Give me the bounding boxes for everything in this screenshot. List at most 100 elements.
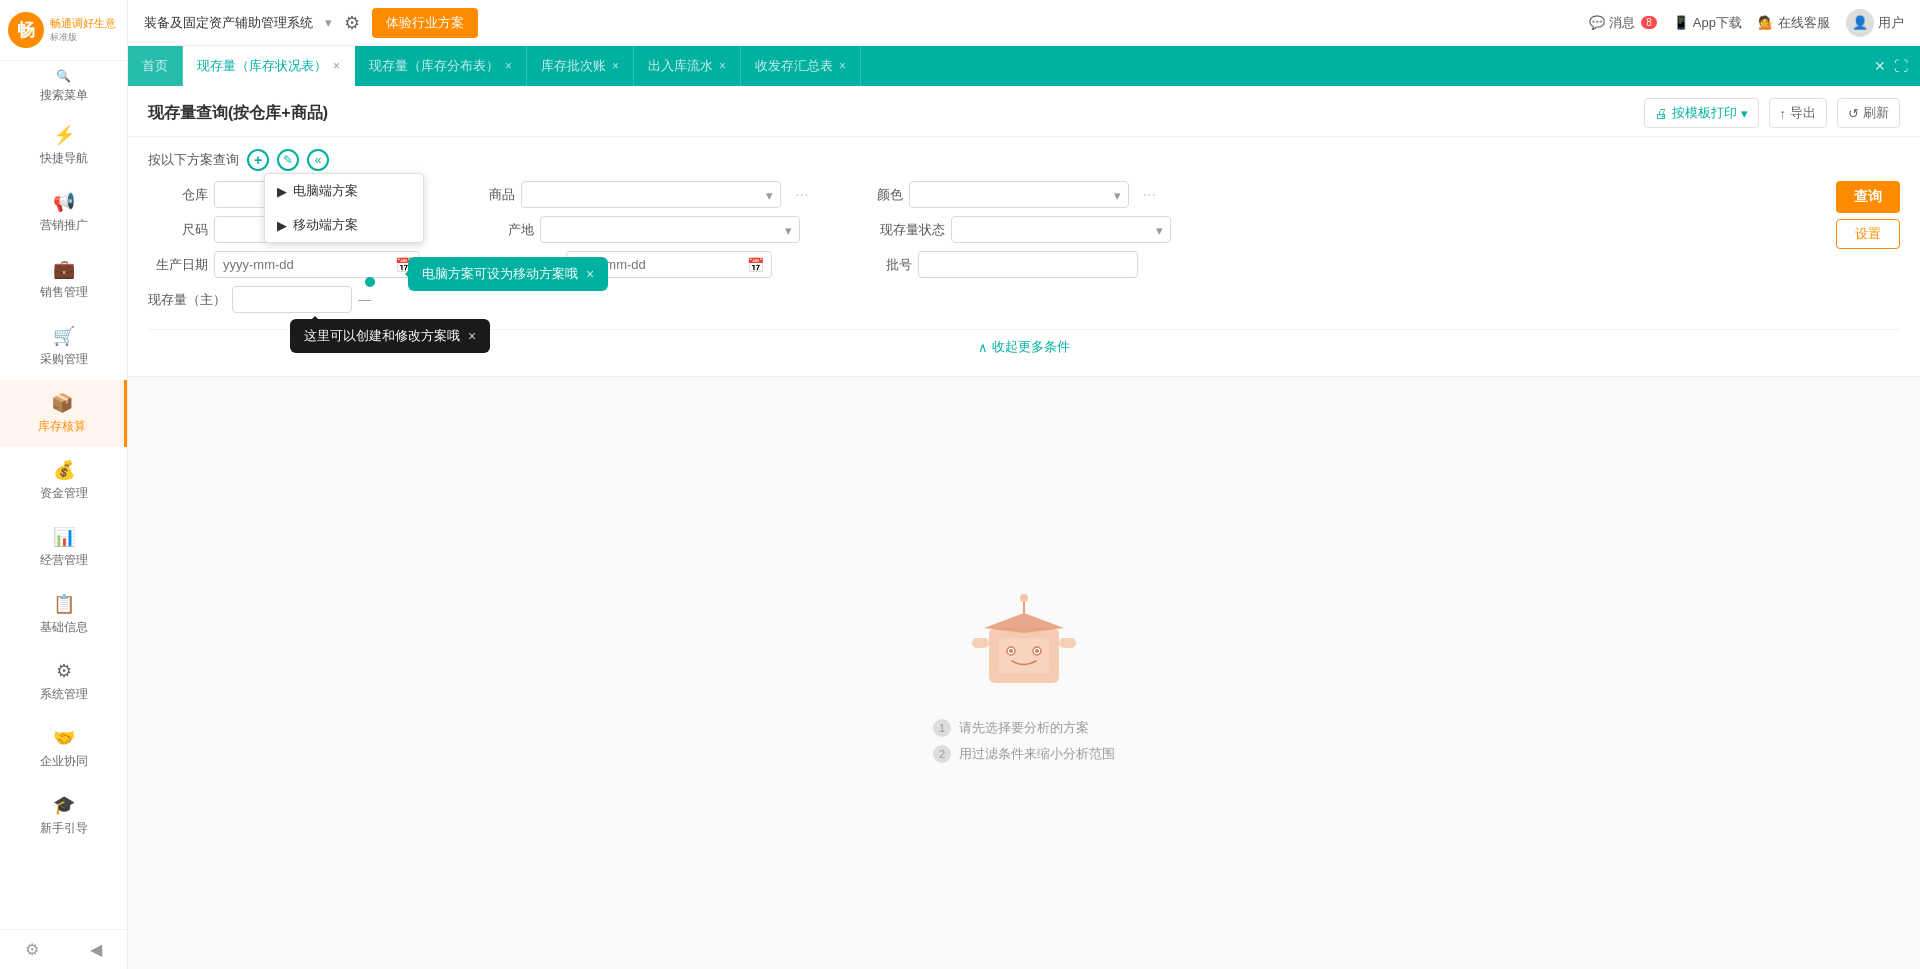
svg-rect-9 <box>972 638 989 648</box>
produce-date-input[interactable] <box>214 251 420 278</box>
sidebar-item-system[interactable]: ⚙ 系统管理 <box>0 648 127 715</box>
tabbar: 首页 现存量（库存状况表） × 现存量（库存分布表） × 库存批次账 × 出入库… <box>128 46 1920 86</box>
printer-icon: 🖨 <box>1655 106 1668 121</box>
app-download-btn[interactable]: 📱 App下载 <box>1673 14 1742 32</box>
tab-batch-account-close[interactable]: × <box>612 59 619 73</box>
search-menu-btn[interactable]: 🔍 搜索菜单 <box>0 61 127 112</box>
template-dropdown-icon: ▾ <box>1741 106 1748 121</box>
sidebar-item-label: 资金管理 <box>40 485 88 502</box>
filter-arrow-btn[interactable]: « <box>307 149 329 171</box>
tab-inventory-dist-label: 现存量（库存分布表） <box>369 57 499 75</box>
page-content: 现存量查询(按仓库+商品) 🖨 按模板打印 ▾ ↑ 导出 ↺ 刷新 <box>128 86 1920 969</box>
topbar-right: 💬 消息 8 📱 App下载 💁 在线客服 👤 用户 <box>1589 9 1904 37</box>
sidebar-item-finance[interactable]: 💰 资金管理 <box>0 447 127 514</box>
tab-inventory-dist-close[interactable]: × <box>505 59 512 73</box>
system-icon: ⚙ <box>56 660 72 682</box>
size-label: 尺码 <box>148 221 208 239</box>
logo-text: 畅通调好生意 <box>50 16 116 30</box>
maximize-btn[interactable]: ⛶ <box>1894 58 1908 74</box>
origin-label: 产地 <box>474 221 534 239</box>
product-input[interactable] <box>521 181 781 208</box>
system-dropdown-icon[interactable]: ▾ <box>325 15 332 30</box>
filter-label: 按以下方案查询 <box>148 151 239 169</box>
tooltip-pc-close-btn[interactable]: × <box>586 266 594 282</box>
stock-qty-sep: — <box>358 292 371 307</box>
search-btn[interactable]: 查询 <box>1836 181 1900 213</box>
purchase-icon: 🛒 <box>53 325 75 347</box>
logo-icon: 畅 <box>8 12 44 48</box>
sidebar-item-quick-nav[interactable]: ⚡ 快捷导航 <box>0 112 127 179</box>
sidebar-item-operation[interactable]: 📊 经营管理 <box>0 514 127 581</box>
tab-inventory-dist[interactable]: 现存量（库存分布表） × <box>355 46 527 86</box>
sidebar: 畅 畅通调好生意 标准版 🔍 搜索菜单 ⚡ 快捷导航 📢 营销推广 💼 销售管理 <box>0 0 128 969</box>
sidebar-item-label: 快捷导航 <box>40 150 88 167</box>
empty-tip-1: 1 请先选择要分析的方案 <box>933 719 1115 737</box>
origin-select[interactable] <box>540 216 800 243</box>
tip-num-2: 2 <box>933 745 951 763</box>
color-more-icon[interactable]: ··· <box>1139 186 1160 204</box>
color-select[interactable] <box>909 181 1129 208</box>
sidebar-item-purchase[interactable]: 🛒 采购管理 <box>0 313 127 380</box>
stock-status-select[interactable] <box>951 216 1171 243</box>
sidebar-item-guide[interactable]: 🎓 新手引导 <box>0 782 127 849</box>
collapse-sidebar-btn[interactable]: ◀ <box>90 940 102 959</box>
scheme-item-pc[interactable]: ▶ 电脑端方案 <box>265 174 423 208</box>
sidebar-logo: 畅 畅通调好生意 标准版 <box>0 0 127 61</box>
sidebar-item-label: 基础信息 <box>40 619 88 636</box>
message-btn[interactable]: 💬 消息 8 <box>1589 14 1657 32</box>
logo-badge: 标准版 <box>50 31 116 44</box>
message-icon: 💬 <box>1589 15 1605 30</box>
tab-batch-account[interactable]: 库存批次账 × <box>527 46 634 86</box>
refresh-btn[interactable]: ↺ 刷新 <box>1837 98 1900 128</box>
template-print-btn[interactable]: 🖨 按模板打印 ▾ <box>1644 98 1759 128</box>
finance-icon: 💰 <box>53 459 75 481</box>
tab-inventory-status[interactable]: 现存量（库存状况表） × <box>183 46 355 86</box>
sidebar-item-label: 采购管理 <box>40 351 88 368</box>
filter-add-btn[interactable]: + <box>247 149 269 171</box>
filter-edit-btn[interactable]: ✎ <box>277 149 299 171</box>
produce-date-wrapper: 📅 <box>214 251 420 278</box>
operation-icon: 📊 <box>53 526 75 548</box>
export-icon: ↑ <box>1780 106 1787 121</box>
settings-bottom-btn[interactable]: ⚙ <box>25 940 39 959</box>
set-btn[interactable]: 设置 <box>1836 219 1900 249</box>
close-all-tab-btn[interactable]: ✕ <box>1874 58 1886 74</box>
scheme-item-mobile[interactable]: ▶ 移动端方案 <box>265 208 423 242</box>
window-controls: ✕ ⛶ <box>1862 46 1920 86</box>
user-btn[interactable]: 👤 用户 <box>1846 9 1904 37</box>
tab-inventory-status-close[interactable]: × <box>333 59 340 73</box>
tab-home[interactable]: 首页 <box>128 46 183 86</box>
sidebar-item-marketing[interactable]: 📢 营销推广 <box>0 179 127 246</box>
industry-btn[interactable]: 体验行业方案 <box>372 8 478 38</box>
filter-item-product: 商品 <box>455 181 781 208</box>
tab-flow[interactable]: 出入库流水 × <box>634 46 741 86</box>
sidebar-item-label: 销售管理 <box>40 284 88 301</box>
sidebar-item-inventory[interactable]: 📦 库存核算 <box>0 380 127 447</box>
tab-flow-close[interactable]: × <box>719 59 726 73</box>
filter-item-color: 颜色 <box>843 181 1129 208</box>
origin-select-wrapper <box>540 216 800 243</box>
empty-state: 1 请先选择要分析的方案 2 用过滤条件来缩小分析范围 <box>128 377 1920 969</box>
sidebar-item-enterprise[interactable]: 🤝 企业协同 <box>0 715 127 782</box>
stock-qty-label: 现存量（主） <box>148 291 226 309</box>
avatar-icon: 👤 <box>1852 15 1868 30</box>
empty-tips: 1 请先选择要分析的方案 2 用过滤条件来缩小分析范围 <box>933 719 1115 763</box>
stock-qty-from-input[interactable] <box>232 286 352 313</box>
color-select-wrapper <box>909 181 1129 208</box>
refresh-icon: ↺ <box>1848 106 1859 121</box>
gear-settings-btn[interactable]: ⚙ <box>344 12 360 34</box>
scheme-mobile-icon: ▶ <box>277 218 287 233</box>
export-btn[interactable]: ↑ 导出 <box>1769 98 1828 128</box>
filter-row-4: 现存量（主） — <box>148 286 1816 313</box>
sidebar-item-basic[interactable]: 📋 基础信息 <box>0 581 127 648</box>
tab-summary-close[interactable]: × <box>839 59 846 73</box>
batch-no-input[interactable] <box>918 251 1138 278</box>
tab-home-label: 首页 <box>142 57 168 75</box>
online-service-btn[interactable]: 💁 在线客服 <box>1758 14 1830 32</box>
marketing-icon: 📢 <box>53 191 75 213</box>
basic-icon: 📋 <box>53 593 75 615</box>
product-more-icon[interactable]: ··· <box>791 186 812 204</box>
tab-summary[interactable]: 收发存汇总表 × <box>741 46 861 86</box>
sidebar-item-sales[interactable]: 💼 销售管理 <box>0 246 127 313</box>
tooltip-create-close-btn[interactable]: × <box>468 328 476 344</box>
